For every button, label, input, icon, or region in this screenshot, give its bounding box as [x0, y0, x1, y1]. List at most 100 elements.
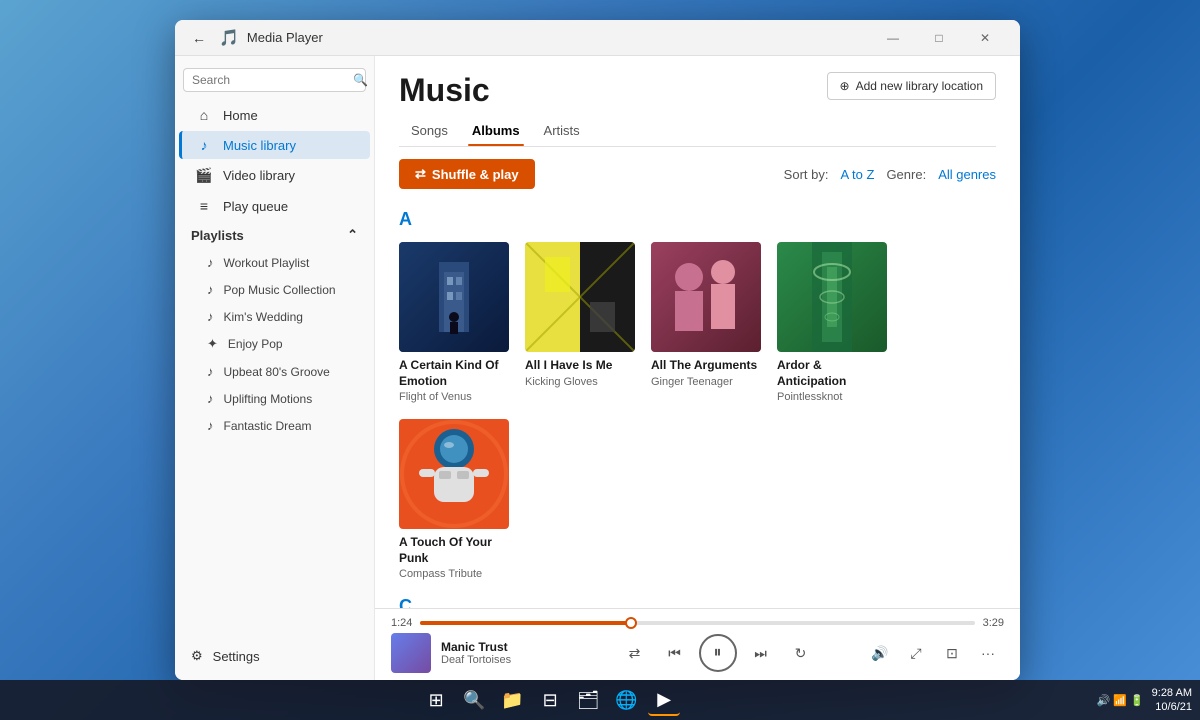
playlist-item[interactable]: ♪ Pop Music Collection: [179, 277, 370, 302]
toolbar: ⇄ Shuffle & play Sort by: A to Z Genre: …: [375, 147, 1020, 201]
album-card[interactable]: A Certain Kind Of Emotion Flight of Venu…: [399, 242, 509, 403]
volume-button[interactable]: 🔊: [864, 637, 896, 669]
page-title: Music: [399, 72, 490, 109]
taskbar-search[interactable]: 🔍: [458, 684, 490, 716]
controls-row: Manic Trust Deaf Tortoises ⇄ ⏮ ⏸ ⏭ ↻ 🔊 ⤢: [375, 629, 1020, 677]
taskbar-media-player[interactable]: ▶: [648, 684, 680, 716]
library-icon: ⊕: [840, 79, 850, 93]
content-area: Music ⊕ Add new library location Songs A…: [375, 56, 1020, 680]
tab-songs[interactable]: Songs: [399, 117, 460, 144]
album-card[interactable]: All The Arguments Ginger Teenager: [651, 242, 761, 403]
album-title: A Touch Of Your Punk: [399, 535, 509, 566]
now-playing: Manic Trust Deaf Tortoises: [391, 633, 571, 673]
now-playing-art: [391, 633, 431, 673]
music-library-icon: ♪: [195, 137, 213, 153]
album-card[interactable]: All I Have Is Me Kicking Gloves: [525, 242, 635, 403]
minimize-button[interactable]: —: [870, 20, 916, 56]
albums-content: A: [375, 201, 1020, 608]
sidebar-item-play-queue[interactable]: ≡ Play queue: [179, 192, 370, 220]
close-button[interactable]: ✕: [962, 20, 1008, 56]
albums-row-a: A Certain Kind Of Emotion Flight of Venu…: [399, 242, 996, 580]
playlists-collapse-icon: ⌃: [347, 227, 358, 243]
sort-genre-controls: Sort by: A to Z Genre: All genres: [784, 167, 996, 182]
time-total: 3:29: [983, 617, 1004, 629]
taskbar-widgets[interactable]: 🗂: [572, 684, 604, 716]
add-library-button[interactable]: ⊕ Add new library location: [827, 72, 996, 100]
playlists-label: Playlists: [191, 228, 244, 243]
shuffle-button[interactable]: ⇄: [619, 637, 651, 669]
album-title: A Certain Kind Of Emotion: [399, 358, 509, 389]
player-bar: 1:24 3:29 Manic Trust Deaf Tortoises: [375, 608, 1020, 680]
sidebar-item-home[interactable]: ⌂ Home: [179, 101, 370, 129]
content-header: Music ⊕ Add new library location Songs A…: [375, 56, 1020, 147]
now-playing-info: Manic Trust Deaf Tortoises: [441, 640, 571, 666]
section-letter-c: C: [399, 596, 996, 608]
sort-label: Sort by:: [784, 167, 829, 182]
settings-icon: ⚙: [191, 648, 203, 664]
miniplayer-button[interactable]: ⊡: [936, 637, 968, 669]
more-options-button[interactable]: ···: [972, 637, 1004, 669]
home-icon: ⌂: [195, 107, 213, 123]
tabs-row: Songs Albums Artists: [399, 117, 996, 147]
search-input[interactable]: [192, 73, 347, 87]
pause-button[interactable]: ⏸: [699, 634, 737, 672]
playlist-item[interactable]: ♪ Uplifting Motions: [179, 386, 370, 411]
taskbar-clock: 9:28 AM 10/6/21: [1152, 686, 1192, 715]
sidebar-item-settings[interactable]: ⚙ Settings: [175, 640, 374, 672]
app-icon: 🎵: [219, 28, 239, 48]
search-icon: 🔍: [353, 73, 368, 87]
playlist-icon: ♪: [207, 282, 214, 297]
tab-artists[interactable]: Artists: [532, 117, 592, 144]
taskbar-task-view[interactable]: ⊟: [534, 684, 566, 716]
progress-fill: [420, 621, 631, 625]
back-button[interactable]: ←: [187, 26, 211, 50]
playlist-icon: ♪: [207, 391, 214, 406]
app-title: Media Player: [247, 30, 862, 45]
fullscreen-button[interactable]: ⤢: [900, 637, 932, 669]
now-playing-title: Manic Trust: [441, 640, 571, 654]
time-current: 1:24: [391, 617, 412, 629]
playlist-icon: ♪: [207, 364, 214, 379]
next-button[interactable]: ⏭: [745, 637, 777, 669]
main-layout: 🔍 ⌂ Home ♪ Music library 🎬 Video library…: [175, 56, 1020, 680]
prev-button[interactable]: ⏮: [659, 637, 691, 669]
sidebar-item-video-library[interactable]: 🎬 Video library: [179, 161, 370, 190]
album-title: All I Have Is Me: [525, 358, 635, 374]
playlist-item[interactable]: ✦ Enjoy Pop: [179, 331, 370, 357]
maximize-button[interactable]: □: [916, 20, 962, 56]
album-title: Ardor & Anticipation: [777, 358, 887, 389]
video-library-icon: 🎬: [195, 167, 213, 184]
sort-value[interactable]: A to Z: [840, 167, 874, 182]
album-card[interactable]: A Touch Of Your Punk Compass Tribute: [399, 419, 509, 580]
album-art: [651, 242, 761, 352]
taskbar: ⊞ 🔍 📁 ⊟ 🗂 🌐 ▶ 🔊 📶 🔋 9:28 AM 10/6/21: [0, 680, 1200, 720]
shuffle-play-button[interactable]: ⇄ Shuffle & play: [399, 159, 535, 189]
taskbar-file-explorer[interactable]: 📁: [496, 684, 528, 716]
right-controls: 🔊 ⤢ ⊡ ···: [864, 637, 1004, 669]
album-card[interactable]: Ardor & Anticipation Pointlessknot: [777, 242, 887, 403]
taskbar-edge[interactable]: 🌐: [610, 684, 642, 716]
search-box[interactable]: 🔍: [183, 68, 366, 92]
genre-label: Genre:: [886, 167, 926, 182]
playlist-item[interactable]: ♪ Upbeat 80's Groove: [179, 359, 370, 384]
playlists-header[interactable]: Playlists ⌃: [175, 221, 374, 249]
playlist-item[interactable]: ♪ Fantastic Dream: [179, 413, 370, 438]
progress-thumb: [625, 617, 637, 629]
playlist-item[interactable]: ♪ Kim's Wedding: [179, 304, 370, 329]
genre-value[interactable]: All genres: [938, 167, 996, 182]
section-letter-a: A: [399, 209, 996, 230]
album-title: All The Arguments: [651, 358, 761, 374]
album-artist: Compass Tribute: [399, 568, 509, 580]
playlist-icon: ♪: [207, 255, 214, 270]
sidebar-item-music-library[interactable]: ♪ Music library: [179, 131, 370, 159]
progress-track[interactable]: [420, 621, 974, 625]
playlist-item[interactable]: ♪ Workout Playlist: [179, 250, 370, 275]
sidebar: 🔍 ⌂ Home ♪ Music library 🎬 Video library…: [175, 56, 375, 680]
repeat-button[interactable]: ↻: [785, 637, 817, 669]
album-art: [777, 242, 887, 352]
taskbar-system-tray: 🔊 📶 🔋 9:28 AM 10/6/21: [1096, 686, 1192, 715]
tab-albums[interactable]: Albums: [460, 117, 532, 144]
taskbar-start[interactable]: ⊞: [420, 684, 452, 716]
album-artist: Pointlessknot: [777, 391, 887, 403]
progress-row: 1:24 3:29: [375, 609, 1020, 629]
